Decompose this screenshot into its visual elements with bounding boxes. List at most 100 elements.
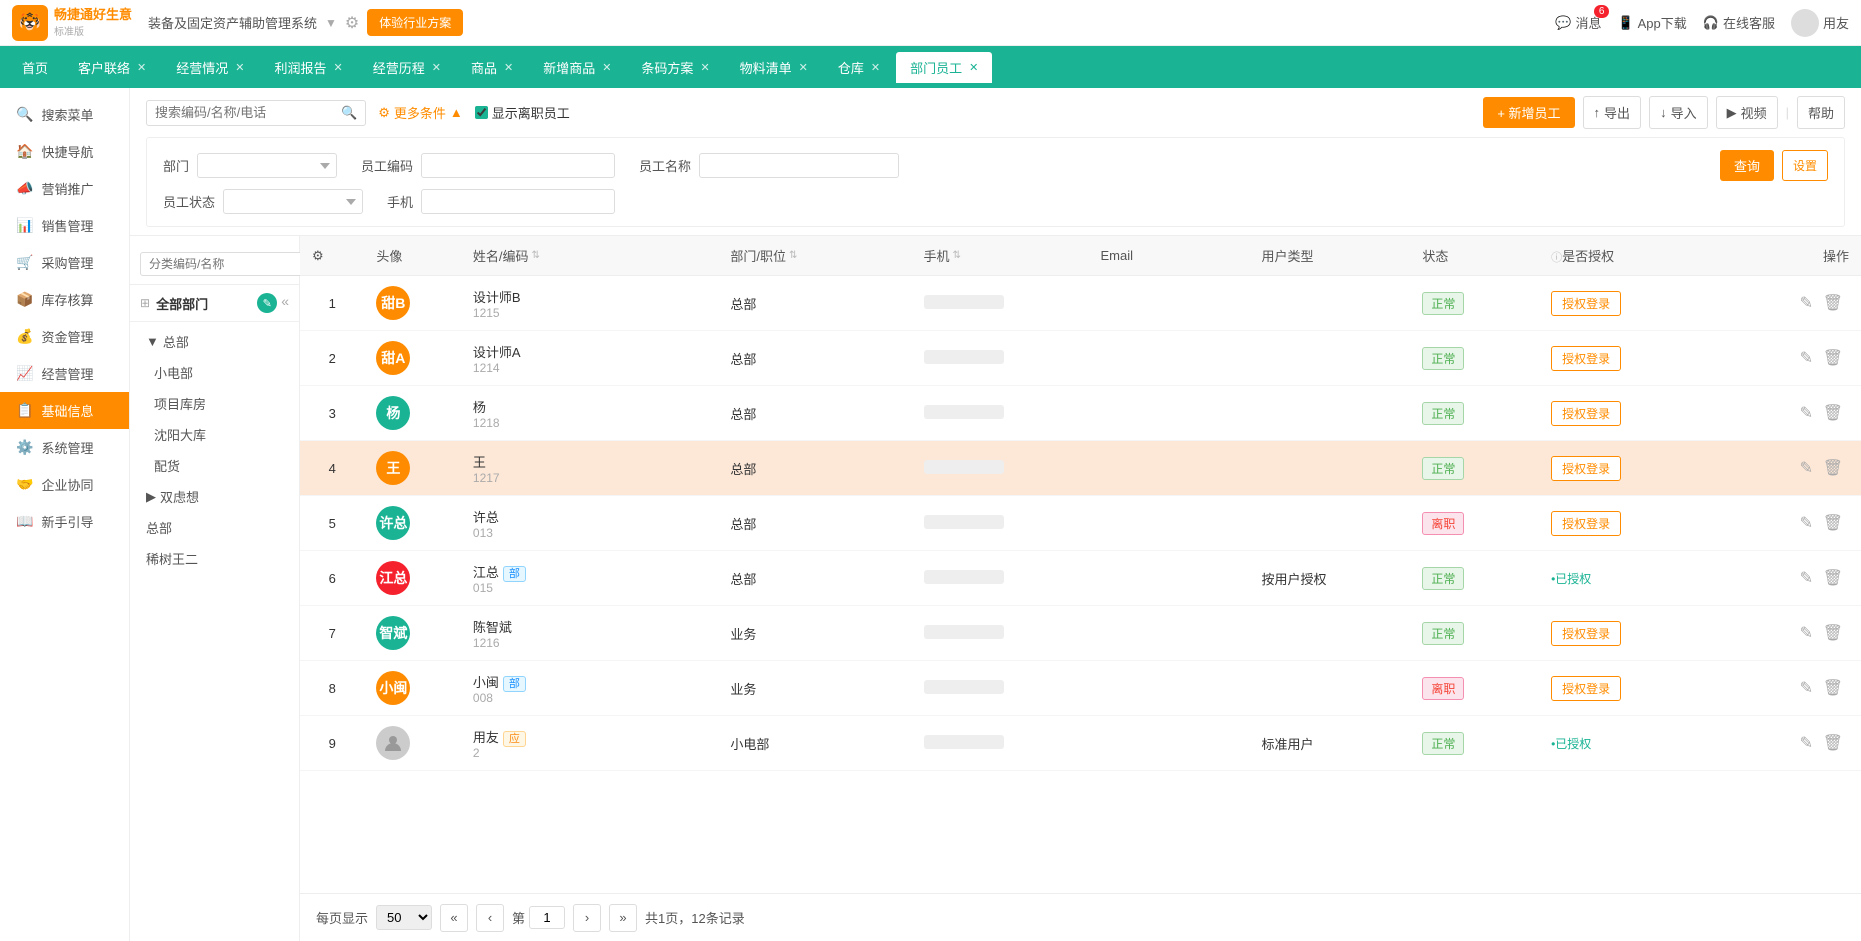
collapse-button[interactable]: « [281,293,289,313]
auth-button[interactable]: 授权登录 [1551,291,1621,316]
edit-button[interactable]: ✎ [1800,460,1813,477]
nav-item-history[interactable]: 经营历程 ✕ [359,52,455,83]
nav-profit-close[interactable]: ✕ [334,61,343,74]
search-box[interactable]: 🔍 [146,100,366,126]
nav-item-add-goods[interactable]: 新增商品 ✕ [529,52,625,83]
first-page-button[interactable]: « [440,904,468,932]
auth-button[interactable]: 授权登录 [1551,456,1621,481]
auth-button[interactable]: 授权登录 [1551,621,1621,646]
show-resigned-input[interactable] [475,106,488,119]
sidebar-item-search[interactable]: 🔍 搜索菜单 [0,96,129,133]
phone-input[interactable] [421,189,615,214]
nav-item-goods[interactable]: 商品 ✕ [457,52,527,83]
auth-button[interactable]: 授权登录 [1551,511,1621,536]
edit-button[interactable]: ✎ [1800,570,1813,587]
sidebar-item-system[interactable]: ⚙️ 系统管理 [0,429,129,466]
nav-goods-close[interactable]: ✕ [504,61,513,74]
dept-node-xishu[interactable]: 稀树王二 [130,543,299,574]
page-input[interactable] [529,906,565,929]
sidebar-item-sales[interactable]: 📊 销售管理 [0,207,129,244]
nav-dept-close[interactable]: ✕ [969,61,978,74]
edit-button[interactable]: ✎ [1800,625,1813,642]
nav-operation-close[interactable]: ✕ [235,61,244,74]
user-area[interactable]: 用友 [1791,9,1849,37]
delete-button[interactable]: 🗑 [1823,295,1843,312]
delete-button[interactable]: 🗑 [1823,625,1843,642]
sidebar-item-basics[interactable]: 📋 基础信息 [0,392,129,429]
import-button[interactable]: ↓ 导入 [1649,96,1708,129]
nav-barcode-close[interactable]: ✕ [700,61,709,74]
dept-node-shenyang[interactable]: 沈阳大库 [130,419,299,450]
sidebar-item-finance[interactable]: 💰 资金管理 [0,318,129,355]
delete-button[interactable]: 🗑 [1823,515,1843,532]
title-dropdown-icon[interactable]: ▼ [325,16,337,30]
th-name[interactable]: 姓名/编码 ⇅ [461,236,718,276]
sidebar-item-management[interactable]: 📈 经营管理 [0,355,129,392]
nav-bom-close[interactable]: ✕ [799,61,808,74]
sidebar-item-inventory[interactable]: 📦 库存核算 [0,281,129,318]
dept-select[interactable] [197,153,337,178]
set-button[interactable]: 设置 [1782,150,1828,181]
prev-page-button[interactable]: ‹ [476,904,504,932]
help-button[interactable]: 帮助 [1797,96,1845,129]
page-size-select[interactable]: 50 20 100 [376,905,432,930]
show-resigned-checkbox[interactable]: 显示离职员工 [475,103,570,122]
last-page-button[interactable]: » [609,904,637,932]
app-download-button[interactable]: 📱 App下载 [1617,13,1686,32]
dept-node-shuanglu[interactable]: ▶ 双虑想 [130,481,299,512]
auth-button[interactable]: 授权登录 [1551,401,1621,426]
th-settings[interactable]: ⚙ [300,236,364,276]
delete-button[interactable]: 🗑 [1823,680,1843,697]
emp-status-select[interactable] [223,189,363,214]
nav-item-warehouse[interactable]: 仓库 ✕ [824,52,894,83]
sidebar-item-purchase[interactable]: 🛒 采购管理 [0,244,129,281]
edit-button[interactable]: ✎ [1800,350,1813,367]
edit-button[interactable]: ✎ [1800,735,1813,752]
nav-add-goods-close[interactable]: ✕ [602,61,611,74]
dept-node-zongbu[interactable]: 总部 [130,512,299,543]
export-button[interactable]: ↑ 导出 [1583,96,1642,129]
sidebar-item-marketing[interactable]: 📣 营销推广 [0,170,129,207]
emp-code-input[interactable] [421,153,615,178]
add-employee-button[interactable]: + 新增员工 [1483,97,1574,128]
message-button[interactable]: 💬 消息 6 [1555,13,1601,32]
edit-button[interactable]: ✎ [1800,295,1813,312]
emp-name-input[interactable] [699,153,899,178]
nav-history-close[interactable]: ✕ [432,61,441,74]
dept-node-electronics[interactable]: 小电部 [130,357,299,388]
nav-customer-close[interactable]: ✕ [137,61,146,74]
online-service-button[interactable]: 🎧 在线客服 [1703,13,1775,32]
delete-button[interactable]: 🗑 [1823,350,1843,367]
dept-node-headquarters[interactable]: ▼ 总部 [130,326,299,357]
edit-button[interactable]: ✎ [1800,515,1813,532]
delete-button[interactable]: 🗑 [1823,405,1843,422]
dept-node-distribution[interactable]: 配货 [130,450,299,481]
th-dept[interactable]: 部门/职位 ⇅ [718,236,911,276]
auth-button[interactable]: 授权登录 [1551,676,1621,701]
sidebar-item-guide[interactable]: 📖 新手引导 [0,503,129,540]
th-phone[interactable]: 手机 ⇅ [912,236,1089,276]
dept-search-input[interactable] [140,252,313,276]
settings-icon[interactable]: ⚙ [345,13,359,33]
nav-item-home[interactable]: 首页 [8,52,62,83]
more-filter-button[interactable]: ⚙ 更多条件 ▲ [378,103,463,122]
edit-button[interactable]: ✎ [1800,680,1813,697]
nav-item-profit[interactable]: 利润报告 ✕ [260,52,356,83]
trial-button[interactable]: 体验行业方案 [367,9,463,36]
view-button[interactable]: ▶ 视频 [1716,96,1778,129]
nav-item-barcode[interactable]: 条码方案 ✕ [627,52,723,83]
dept-node-warehouse[interactable]: 项目库房 [130,388,299,419]
nav-item-bom[interactable]: 物料清单 ✕ [726,52,822,83]
nav-warehouse-close[interactable]: ✕ [871,61,880,74]
delete-button[interactable]: 🗑 [1823,570,1843,587]
search-input[interactable] [155,105,335,120]
dept-edit-button[interactable]: ✎ [257,293,277,313]
edit-button[interactable]: ✎ [1800,405,1813,422]
nav-item-customer[interactable]: 客户联络 ✕ [64,52,160,83]
nav-item-dept[interactable]: 部门员工 ✕ [896,52,992,83]
query-button[interactable]: 查询 [1720,150,1774,181]
delete-button[interactable]: 🗑 [1823,735,1843,752]
nav-item-operation[interactable]: 经营情况 ✕ [162,52,258,83]
delete-button[interactable]: 🗑 [1823,460,1843,477]
next-page-button[interactable]: › [573,904,601,932]
